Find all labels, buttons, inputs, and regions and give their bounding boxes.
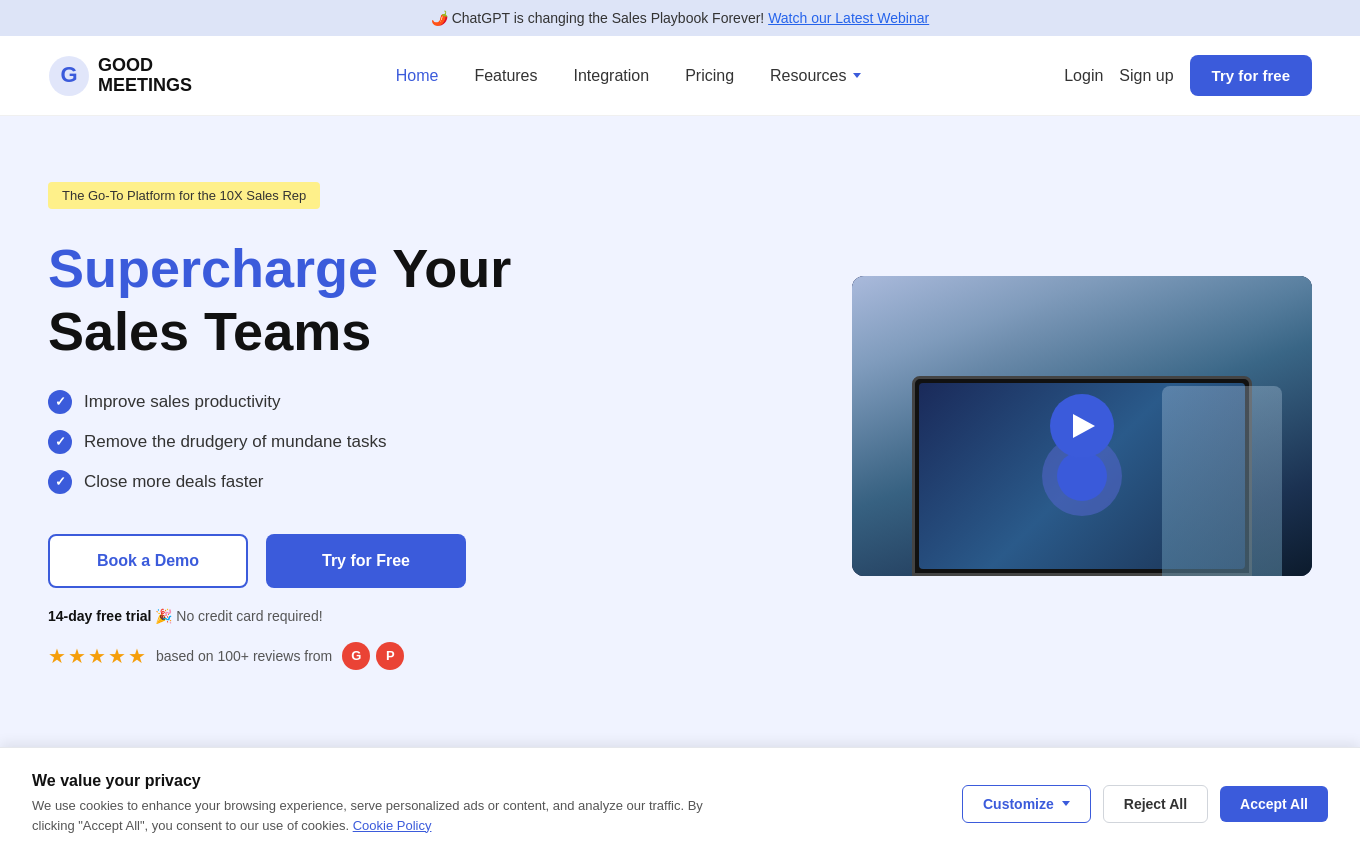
banner-webinar-link[interactable]: Watch our Latest Webinar bbox=[768, 10, 929, 26]
hero-left: The Go-To Platform for the 10X Sales Rep… bbox=[48, 182, 628, 669]
g2-badge: G bbox=[342, 642, 370, 670]
hero-badge: The Go-To Platform for the 10X Sales Rep bbox=[48, 182, 320, 209]
logo-icon: G bbox=[48, 55, 90, 97]
hero-title: Supercharge YourSales Teams bbox=[48, 237, 628, 361]
feature-item-2: Remove the drudgery of mundane tasks bbox=[48, 430, 628, 454]
nav-item-pricing[interactable]: Pricing bbox=[685, 67, 734, 85]
nav-item-integration[interactable]: Integration bbox=[574, 67, 650, 85]
try-free-hero-button[interactable]: Try for Free bbox=[266, 534, 466, 588]
star-2: ★ bbox=[68, 644, 86, 668]
top-banner: 🌶️ ChatGPT is changing the Sales Playboo… bbox=[0, 0, 1360, 36]
star-1: ★ bbox=[48, 644, 66, 668]
stars: ★ ★ ★ ★ ★ bbox=[48, 644, 146, 668]
banner-emoji: 🌶️ bbox=[431, 10, 448, 26]
video-container[interactable] bbox=[852, 276, 1312, 576]
nav-link-home[interactable]: Home bbox=[396, 67, 439, 84]
hero-right bbox=[852, 276, 1312, 576]
hero-section: The Go-To Platform for the 10X Sales Rep… bbox=[0, 116, 1360, 756]
nav-link-features[interactable]: Features bbox=[474, 67, 537, 84]
feature-text-2: Remove the drudgery of mundane tasks bbox=[84, 432, 386, 452]
nav-link-resources[interactable]: Resources bbox=[770, 67, 860, 85]
nav-item-home[interactable]: Home bbox=[396, 67, 439, 85]
nav-item-features[interactable]: Features bbox=[474, 67, 537, 85]
play-icon bbox=[1073, 414, 1095, 438]
nav-link-pricing[interactable]: Pricing bbox=[685, 67, 734, 84]
feature-item-1: Improve sales productivity bbox=[48, 390, 628, 414]
star-4: ★ bbox=[108, 644, 126, 668]
check-icon-1 bbox=[48, 390, 72, 414]
trial-info: 14-day free trial 🎉 No credit card requi… bbox=[48, 608, 628, 624]
nav-links: Home Features Integration Pricing Resour… bbox=[396, 67, 861, 85]
star-5: ★ bbox=[128, 644, 146, 668]
feature-item-3: Close more deals faster bbox=[48, 470, 628, 494]
hero-title-highlight: Supercharge bbox=[48, 238, 378, 298]
feature-text-1: Improve sales productivity bbox=[84, 392, 281, 412]
trial-text: No credit card required! bbox=[176, 608, 322, 624]
login-button[interactable]: Login bbox=[1064, 67, 1103, 85]
banner-text: ChatGPT is changing the Sales Playbook F… bbox=[452, 10, 765, 26]
product-hunt-badge: P bbox=[376, 642, 404, 670]
check-icon-3 bbox=[48, 470, 72, 494]
feature-text-3: Close more deals faster bbox=[84, 472, 264, 492]
nav-actions: Login Sign up Try for free bbox=[1064, 55, 1312, 96]
review-badges: G P bbox=[342, 642, 404, 670]
reviews-text: based on 100+ reviews from bbox=[156, 648, 332, 664]
signup-button[interactable]: Sign up bbox=[1119, 67, 1173, 85]
reviews-row: ★ ★ ★ ★ ★ based on 100+ reviews from G P bbox=[48, 642, 628, 670]
logo-text: GOOD MEETINGS bbox=[98, 56, 192, 96]
play-button[interactable] bbox=[1050, 394, 1114, 458]
nav-item-resources[interactable]: Resources bbox=[770, 67, 860, 85]
logo[interactable]: G GOOD MEETINGS bbox=[48, 55, 192, 97]
nav-try-free-button[interactable]: Try for free bbox=[1190, 55, 1312, 96]
nav-link-integration[interactable]: Integration bbox=[574, 67, 650, 84]
cta-buttons: Book a Demo Try for Free bbox=[48, 534, 628, 588]
svg-text:G: G bbox=[60, 62, 77, 87]
navbar: G GOOD MEETINGS Home Features Integratio… bbox=[0, 36, 1360, 116]
feature-list: Improve sales productivity Remove the dr… bbox=[48, 390, 628, 494]
trial-text-bold: 14-day free trial 🎉 bbox=[48, 608, 172, 624]
cookie-banner: We value your privacy We use cookies to … bbox=[0, 747, 1360, 756]
resources-chevron-icon bbox=[853, 73, 861, 78]
book-demo-button[interactable]: Book a Demo bbox=[48, 534, 248, 588]
star-3: ★ bbox=[88, 644, 106, 668]
check-icon-2 bbox=[48, 430, 72, 454]
